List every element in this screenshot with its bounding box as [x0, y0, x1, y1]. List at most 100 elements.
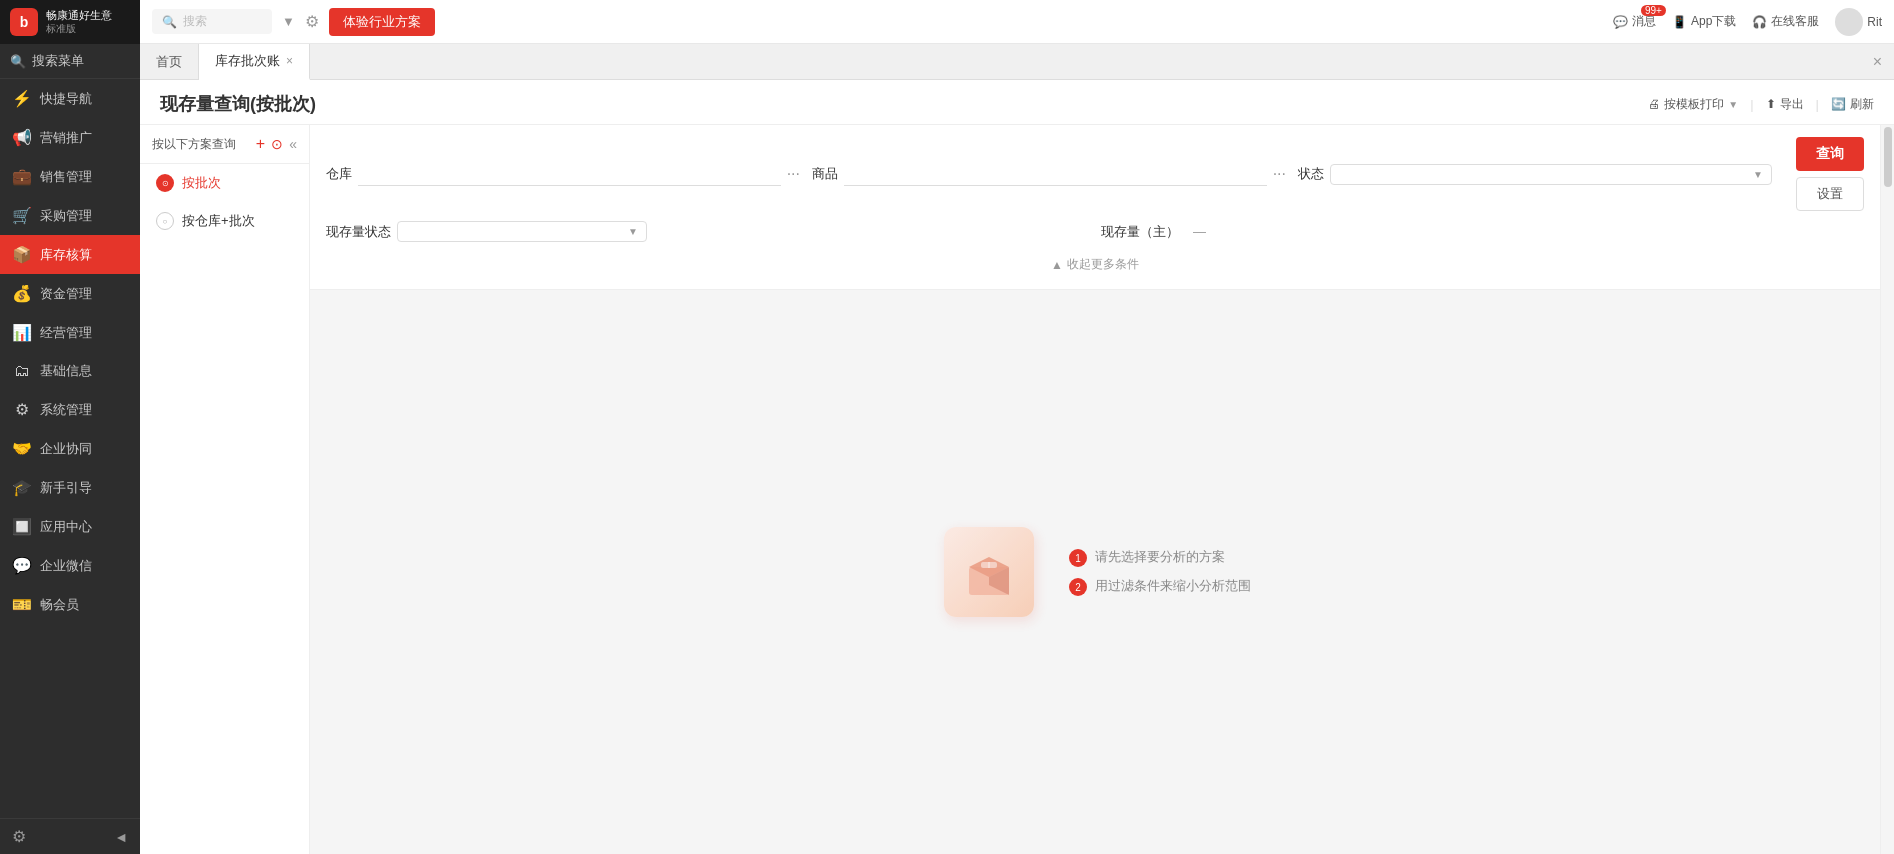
status-filter: 状态 ▼: [1298, 164, 1772, 185]
wechat-icon: 💬: [12, 556, 32, 575]
finance-label: 资金管理: [40, 285, 92, 303]
stock-qty-dash: —: [1185, 224, 1214, 239]
refresh-icon: 🔄: [1831, 97, 1846, 111]
enterprise-label: 企业协同: [40, 440, 92, 458]
user-avatar: [1835, 8, 1863, 36]
print-button[interactable]: 🖨 按模板打印 ▼: [1648, 96, 1738, 113]
topbar-search-icon: 🔍: [162, 15, 177, 29]
sidebar-item-operations[interactable]: 📊 经营管理: [0, 313, 140, 352]
product-label: 商品: [812, 165, 838, 183]
add-scheme-icon[interactable]: +: [256, 135, 265, 153]
app-download-icon: 📱: [1672, 15, 1687, 29]
warehouse-filter: 仓库 ···: [326, 162, 800, 186]
online-service-label: 在线客服: [1771, 13, 1819, 30]
system-icon: ⚙: [12, 400, 32, 419]
page-actions: 🖨 按模板打印 ▼ | ⬆ 导出 | 🔄 刷新: [1648, 96, 1874, 113]
status-label: 状态: [1298, 165, 1324, 183]
left-panel-icons: + ⊙ «: [256, 135, 297, 153]
action-buttons: 查询 设置: [1796, 137, 1864, 211]
collapse-conditions-button[interactable]: ▲ 收起更多条件: [326, 252, 1864, 277]
refresh-button[interactable]: 🔄 刷新: [1831, 96, 1874, 113]
sidebar-footer: ⚙ ◄: [0, 818, 140, 854]
export-button[interactable]: ⬆ 导出: [1766, 96, 1804, 113]
print-label: 按模板打印: [1664, 96, 1724, 113]
batch-scheme-icon: ⊙: [156, 174, 174, 192]
sidebar-item-shortcuts[interactable]: ⚡ 快捷导航: [0, 79, 140, 118]
sidebar-item-marketing[interactable]: 📢 营销推广: [0, 118, 140, 157]
tab-home[interactable]: 首页: [140, 44, 199, 79]
sidebar-item-system[interactable]: ⚙ 系统管理: [0, 390, 140, 429]
messages-action[interactable]: 💬 消息 99+: [1613, 13, 1656, 30]
right-content: 仓库 ··· 商品 ··· 状态 ▼: [310, 125, 1880, 854]
sidebar-item-appcenter[interactable]: 🔲 应用中心: [0, 507, 140, 546]
sales-label: 销售管理: [40, 168, 92, 186]
search-menu-item[interactable]: 🔍 搜索菜单: [0, 44, 140, 79]
sidebar-item-members[interactable]: 🎫 畅会员: [0, 585, 140, 624]
tip-text-2: 用过滤条件来缩小分析范围: [1095, 577, 1251, 595]
scheme-by-batch[interactable]: ⊙ 按批次: [140, 164, 309, 202]
sidebar-item-enterprise[interactable]: 🤝 企业协同: [0, 429, 140, 468]
system-label: 系统管理: [40, 401, 92, 419]
sidebar-item-wechat[interactable]: 💬 企业微信: [0, 546, 140, 585]
scheme-by-warehouse-batch[interactable]: ○ 按仓库+批次: [140, 202, 309, 240]
sidebar-item-finance[interactable]: 💰 资金管理: [0, 274, 140, 313]
finance-icon: 💰: [12, 284, 32, 303]
export-icon: ⬆: [1766, 97, 1776, 111]
topbar-search-placeholder: 搜索: [183, 13, 207, 30]
shortcuts-icon: ⚡: [12, 89, 32, 108]
sidebar-item-newuser[interactable]: 🎓 新手引导: [0, 468, 140, 507]
query-button[interactable]: 查询: [1796, 137, 1864, 171]
sidebar-item-sales[interactable]: 💼 销售管理: [0, 157, 140, 196]
messages-icon: 💬: [1613, 15, 1628, 29]
print-dropdown-arrow[interactable]: ▼: [1728, 99, 1738, 110]
settings-button[interactable]: 设置: [1796, 177, 1864, 211]
username-label: Rit: [1867, 15, 1882, 29]
topbar-gear-icon[interactable]: ⚙: [305, 12, 319, 31]
warehouse-dots[interactable]: ···: [787, 165, 800, 183]
sidebar: b 畅康通好生意 标准版 🔍 搜索菜单 ⚡ 快捷导航 📢 营销推广 💼 销售管理…: [0, 0, 140, 854]
right-scrollbar[interactable]: [1880, 125, 1894, 854]
stock-status-label: 现存量状态: [326, 223, 391, 241]
app-download-action[interactable]: 📱 App下载: [1672, 13, 1736, 30]
newuser-label: 新手引导: [40, 479, 92, 497]
user-avatar-action[interactable]: Rit: [1835, 8, 1882, 36]
product-input[interactable]: [844, 162, 1267, 186]
tabbar: 首页 库存批次账 × ×: [140, 44, 1894, 80]
collapse-sidebar-icon[interactable]: ◄: [114, 829, 128, 845]
app-logo: b: [10, 8, 38, 36]
tab-close-icon[interactable]: ×: [286, 54, 293, 68]
tab-inventory-batch[interactable]: 库存批次账 ×: [199, 44, 310, 80]
sidebar-item-purchase[interactable]: 🛒 采购管理: [0, 196, 140, 235]
wechat-label: 企业微信: [40, 557, 92, 575]
stock-qty-filter: 现存量（主） —: [1101, 223, 1864, 241]
online-service-action[interactable]: 🎧 在线客服: [1752, 13, 1819, 30]
scheme-settings-icon[interactable]: ⊙: [271, 136, 283, 152]
shortcuts-label: 快捷导航: [40, 90, 92, 108]
industry-solution-button[interactable]: 体验行业方案: [329, 8, 435, 36]
members-label: 畅会员: [40, 596, 79, 614]
topbar-search[interactable]: 🔍 搜索: [152, 9, 272, 34]
sidebar-item-basics[interactable]: 🗂 基础信息: [0, 352, 140, 390]
search-icon: 🔍: [10, 54, 26, 69]
page-title: 现存量查询(按批次): [160, 92, 316, 116]
close-all-tabs-button[interactable]: ×: [1861, 44, 1894, 79]
settings-footer-icon[interactable]: ⚙: [12, 827, 26, 846]
empty-icon-wrapper: [939, 522, 1039, 622]
collapse-panel-icon[interactable]: «: [289, 136, 297, 152]
tip-num-2: 2: [1069, 578, 1087, 596]
left-panel: 按以下方案查询 + ⊙ « ⊙ 按批次 ○ 按仓库+批次: [140, 125, 310, 854]
purchase-icon: 🛒: [12, 206, 32, 225]
dropdown-arrow-icon[interactable]: ▼: [282, 14, 295, 29]
messages-badge: 99+: [1641, 5, 1666, 16]
export-label: 导出: [1780, 96, 1804, 113]
marketing-label: 营销推广: [40, 129, 92, 147]
scrollbar-thumb: [1884, 127, 1892, 187]
logo-text: b: [20, 14, 29, 30]
product-dots[interactable]: ···: [1273, 165, 1286, 183]
status-select[interactable]: ▼: [1330, 164, 1772, 185]
sidebar-item-inventory[interactable]: 📦 库存核算: [0, 235, 140, 274]
filter-row-1: 仓库 ··· 商品 ··· 状态 ▼: [326, 137, 1864, 211]
warehouse-input[interactable]: [358, 162, 781, 186]
purchase-label: 采购管理: [40, 207, 92, 225]
stock-status-select[interactable]: ▼: [397, 221, 647, 242]
